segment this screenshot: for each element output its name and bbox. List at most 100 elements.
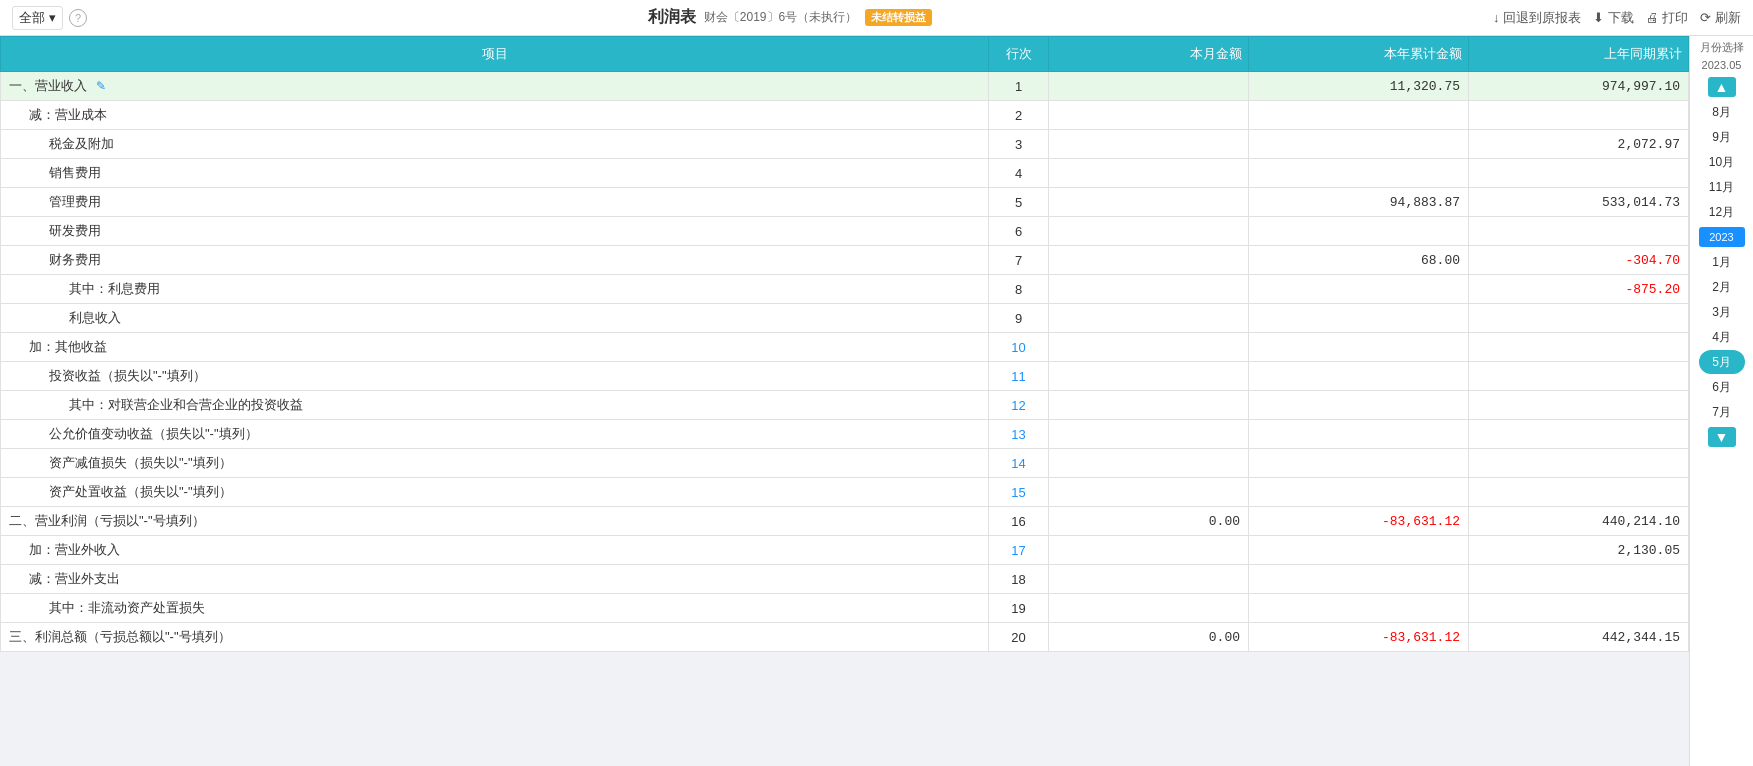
table-cell-month: [1049, 188, 1249, 217]
table-cell-month: [1049, 391, 1249, 420]
table-cell-month: [1049, 565, 1249, 594]
table-cell-rownumber: 18: [989, 565, 1049, 594]
table-cell-rownumber: 6: [989, 217, 1049, 246]
month-item[interactable]: 3月: [1699, 300, 1745, 324]
sidebar-month-picker: 月份选择 2023.05 ▲ 8月9月10月11月12月 2023 1月2月3月4月…: [1689, 36, 1753, 766]
table-cell-rownumber: 5: [989, 188, 1049, 217]
table-cell-item: 加：其他收益: [1, 333, 989, 362]
table-cell-item: 二、营业利润（亏损以"-"号填列）: [1, 507, 989, 536]
table-cell-lastyear: [1469, 362, 1689, 391]
table-cell-item: 资产处置收益（损失以"-"填列）: [1, 478, 989, 507]
table-cell-item: 销售费用: [1, 159, 989, 188]
table-cell-rownumber: 12: [989, 391, 1049, 420]
month-nav-down[interactable]: ▼: [1708, 427, 1736, 447]
profit-table: 项目 行次 本月金额 本年累计金额 上年同期累计 一、营业收入 ✎111,320…: [0, 36, 1689, 652]
month-item[interactable]: 6月: [1699, 375, 1745, 399]
table-cell-lastyear: 533,014.73: [1469, 188, 1689, 217]
header-month: 本月金额: [1049, 37, 1249, 72]
table-cell-year: 11,320.75: [1249, 72, 1469, 101]
sidebar-title: 月份选择: [1700, 40, 1744, 55]
month-item[interactable]: 8月: [1699, 100, 1745, 124]
help-icon[interactable]: ?: [69, 9, 87, 27]
table-cell-lastyear: [1469, 391, 1689, 420]
refresh-button[interactable]: ⟳ 刷新: [1700, 9, 1741, 27]
table-cell-rownumber: 13: [989, 420, 1049, 449]
table-cell-item: 一、营业收入 ✎: [1, 72, 989, 101]
table-cell-month: 0.00: [1049, 507, 1249, 536]
scope-dropdown[interactable]: 全部 ▾: [12, 6, 63, 30]
month-item[interactable]: 5月: [1699, 350, 1745, 374]
table-cell-lastyear: 442,344.15: [1469, 623, 1689, 652]
month-item[interactable]: 7月: [1699, 400, 1745, 424]
month-item[interactable]: 10月: [1699, 150, 1745, 174]
header-year: 本年累计金额: [1249, 37, 1469, 72]
table-cell-item: 税金及附加: [1, 130, 989, 159]
month-nav-up[interactable]: ▲: [1708, 77, 1736, 97]
header-lastyear: 上年同期累计: [1469, 37, 1689, 72]
table-cell-year: -83,631.12: [1249, 507, 1469, 536]
month-item[interactable]: 12月: [1699, 200, 1745, 224]
download-button[interactable]: ⬇ 下载: [1593, 9, 1634, 27]
table-cell-lastyear: [1469, 101, 1689, 130]
table-cell-year: [1249, 217, 1469, 246]
table-cell-year: [1249, 478, 1469, 507]
table-cell-item: 利息收入: [1, 304, 989, 333]
chevron-down-icon: ▾: [49, 10, 56, 25]
table-cell-rownumber: 14: [989, 449, 1049, 478]
back-button[interactable]: ↓ 回退到原报表: [1493, 9, 1581, 27]
table-cell-item: 其中：利息费用: [1, 275, 989, 304]
table-cell-month: [1049, 159, 1249, 188]
month-item[interactable]: 11月: [1699, 175, 1745, 199]
top-bar-right: ↓ 回退到原报表 ⬇ 下载 🖨 打印 ⟳ 刷新: [1493, 9, 1741, 27]
table-cell-lastyear: [1469, 565, 1689, 594]
table-cell-rownumber: 4: [989, 159, 1049, 188]
scope-label: 全部: [19, 9, 45, 27]
print-button[interactable]: 🖨 打印: [1646, 9, 1689, 27]
month-item[interactable]: 2023: [1699, 227, 1745, 247]
table-cell-item: 公允价值变动收益（损失以"-"填列）: [1, 420, 989, 449]
table-cell-year: [1249, 536, 1469, 565]
table-cell-month: 0.00: [1049, 623, 1249, 652]
table-cell-month: [1049, 449, 1249, 478]
table-cell-month: [1049, 362, 1249, 391]
page-subtitle: 财会〔2019〕6号（未执行）: [704, 9, 857, 26]
table-cell-lastyear: -304.70: [1469, 246, 1689, 275]
table-cell-year: 94,883.87: [1249, 188, 1469, 217]
table-cell-lastyear: 2,072.97: [1469, 130, 1689, 159]
month-item[interactable]: 2月: [1699, 275, 1745, 299]
table-cell-rownumber: 16: [989, 507, 1049, 536]
table-cell-item: 投资收益（损失以"-"填列）: [1, 362, 989, 391]
month-item[interactable]: 4月: [1699, 325, 1745, 349]
table-cell-rownumber: 17: [989, 536, 1049, 565]
table-cell-month: [1049, 536, 1249, 565]
table-cell-year: [1249, 333, 1469, 362]
table-cell-year: [1249, 391, 1469, 420]
current-month-label: 2023.05: [1702, 59, 1742, 71]
table-cell-item: 三、利润总额（亏损总额以"-"号填列）: [1, 623, 989, 652]
table-cell-item: 其中：非流动资产处置损失: [1, 594, 989, 623]
table-cell-lastyear: [1469, 449, 1689, 478]
table-cell-year: [1249, 420, 1469, 449]
page-title: 利润表: [648, 7, 696, 28]
top-bar-left: 全部 ▾ ?: [12, 6, 87, 30]
table-cell-lastyear: 2,130.05: [1469, 536, 1689, 565]
table-cell-month: [1049, 246, 1249, 275]
table-cell-year: [1249, 159, 1469, 188]
table-cell-month: [1049, 130, 1249, 159]
table-cell-year: [1249, 101, 1469, 130]
table-cell-lastyear: [1469, 217, 1689, 246]
table-cell-month: [1049, 594, 1249, 623]
table-cell-year: [1249, 565, 1469, 594]
table-cell-month: [1049, 217, 1249, 246]
table-wrapper: 项目 行次 本月金额 本年累计金额 上年同期累计 一、营业收入 ✎111,320…: [0, 36, 1689, 652]
table-cell-lastyear: [1469, 159, 1689, 188]
table-cell-year: 68.00: [1249, 246, 1469, 275]
table-cell-lastyear: [1469, 420, 1689, 449]
table-cell-year: [1249, 362, 1469, 391]
top-bar: 全部 ▾ ? 利润表 财会〔2019〕6号（未执行） 未结转损益 ↓ 回退到原报…: [0, 0, 1753, 36]
table-cell-rownumber: 7: [989, 246, 1049, 275]
month-item[interactable]: 9月: [1699, 125, 1745, 149]
month-item[interactable]: 1月: [1699, 250, 1745, 274]
table-cell-month: [1049, 101, 1249, 130]
edit-icon[interactable]: ✎: [93, 79, 106, 93]
